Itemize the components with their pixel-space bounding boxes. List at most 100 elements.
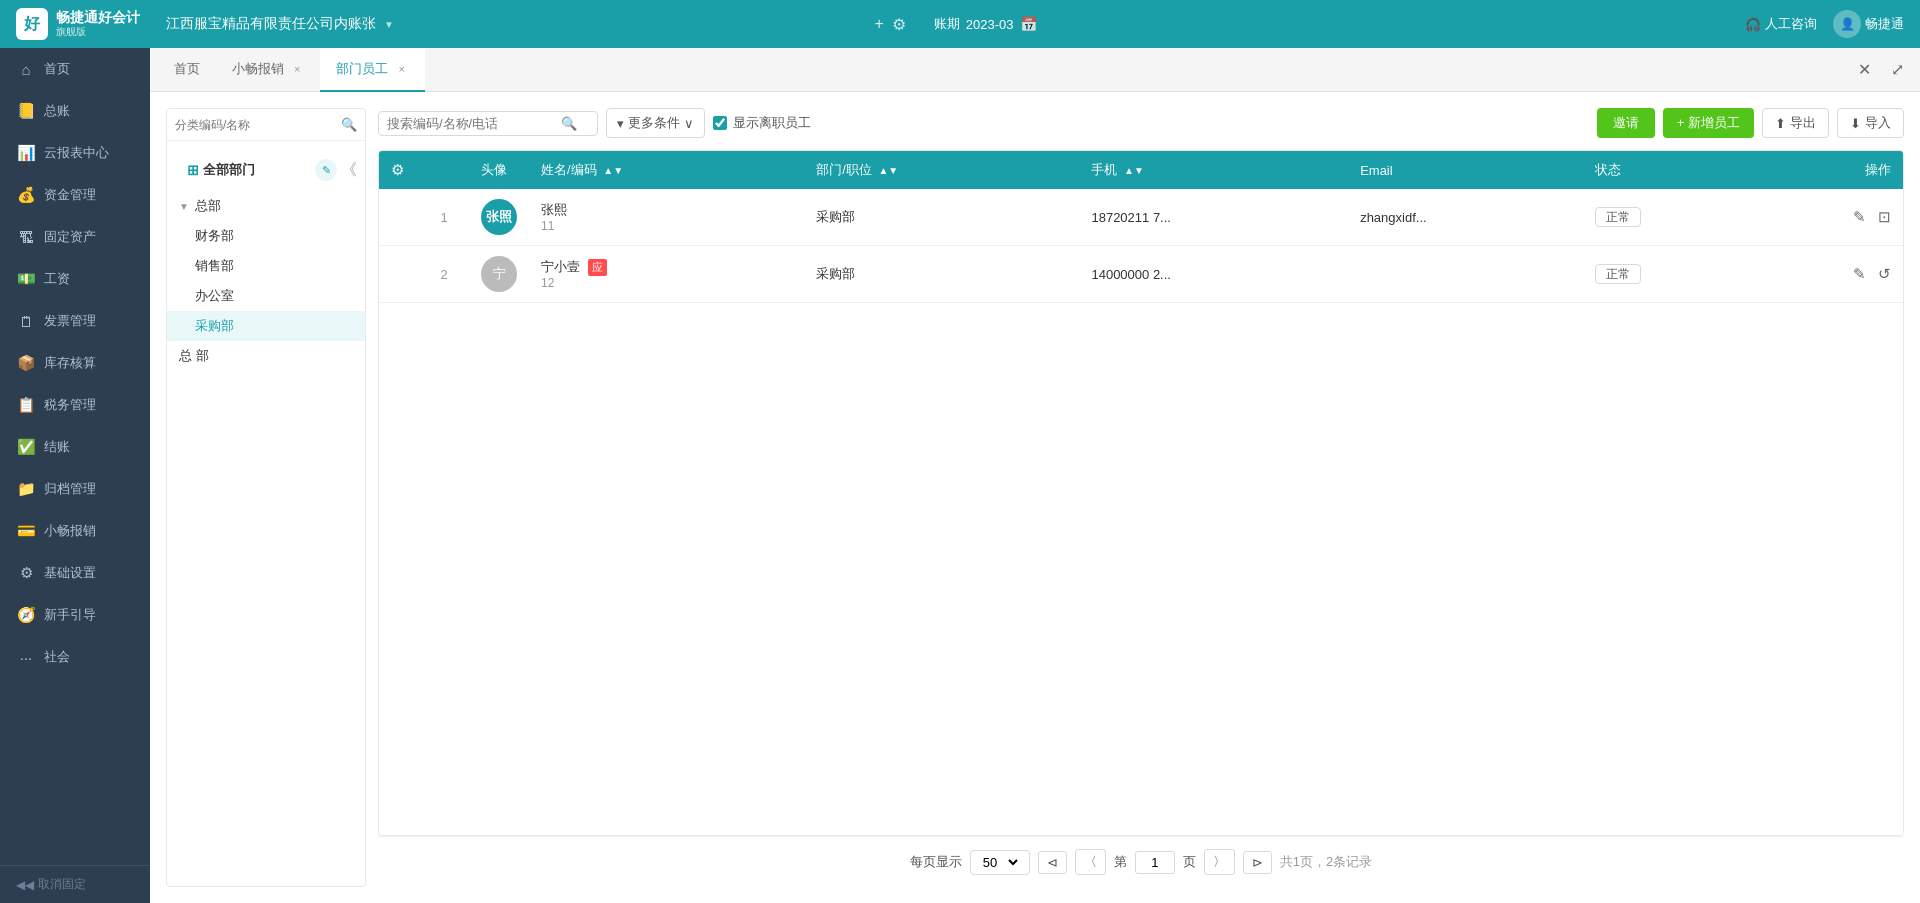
- dept-node-zongbu[interactable]: ▼ 总部: [167, 191, 365, 221]
- header-company[interactable]: 江西服宝精品有限责任公司内账张 ▼: [166, 15, 874, 33]
- col-dept-position[interactable]: 部门/职位 ▲▼: [804, 151, 1079, 189]
- first-page-btn[interactable]: ⊲: [1038, 851, 1067, 874]
- row1-num: 1: [419, 189, 469, 246]
- employee-search-icon[interactable]: 🔍: [561, 116, 577, 131]
- col-gear[interactable]: ⚙: [379, 151, 419, 189]
- period-value: 2023-03: [966, 17, 1014, 32]
- table-settings-icon[interactable]: ⚙: [391, 161, 404, 178]
- logo-text-group: 畅捷通好会计 旗舰版: [56, 9, 140, 40]
- page-number-input[interactable]: [1135, 851, 1175, 874]
- import-btn[interactable]: ⬇ 导入: [1837, 108, 1904, 138]
- toolbar: 🔍 ▾ 更多条件 ∨ 显示离职员工 邀请 + 新增员: [378, 108, 1904, 138]
- sidebar-item-assets-mgmt[interactable]: 💰 资金管理: [0, 174, 150, 216]
- dept-collapse-btn[interactable]: 《: [341, 160, 357, 181]
- invite-btn[interactable]: 邀请: [1597, 108, 1655, 138]
- dept-node-finance[interactable]: 财务部: [167, 221, 365, 251]
- import-label: 导入: [1865, 114, 1891, 132]
- sidebar-label-invoice: 发票管理: [44, 312, 96, 330]
- dept-edit-btn[interactable]: ✎: [315, 159, 337, 181]
- prev-page-btn[interactable]: 〈: [1075, 849, 1106, 875]
- guide-icon: 🧭: [16, 606, 36, 624]
- tab-bar-actions: ✕ ⤢: [1850, 48, 1920, 91]
- tab-expense-report[interactable]: 小畅报销 ×: [216, 48, 320, 92]
- tab-dept-employee[interactable]: 部门员工 ×: [320, 48, 424, 92]
- logo-icon: 好: [16, 8, 48, 40]
- sidebar-item-expense[interactable]: 💳 小畅报销: [0, 510, 150, 552]
- consult-label: 人工咨询: [1765, 15, 1817, 33]
- show-resigned-checkbox[interactable]: [713, 116, 727, 130]
- show-resigned-label: 显示离职员工: [733, 114, 811, 132]
- sidebar-item-guide[interactable]: 🧭 新手引导: [0, 594, 150, 636]
- tab-home[interactable]: 首页: [158, 48, 216, 92]
- sidebar-item-fixed-assets[interactable]: 🏗 固定资产: [0, 216, 150, 258]
- col-email: Email: [1348, 151, 1583, 189]
- assets-mgmt-icon: 💰: [16, 186, 36, 204]
- import-icon: ⬇: [1850, 116, 1861, 131]
- sort-phone-icon: ▲▼: [1124, 166, 1144, 176]
- sidebar-item-home[interactable]: ⌂ 首页: [0, 48, 150, 90]
- page-size-select[interactable]: 50 20 100: [970, 850, 1030, 875]
- sidebar-label-payroll: 工资: [44, 270, 70, 288]
- more-icon: ···: [16, 649, 36, 666]
- refresh-icon[interactable]: ↺: [1878, 265, 1891, 283]
- more-filter-btn[interactable]: ▾ 更多条件 ∨: [606, 108, 705, 138]
- filter-label: 更多条件: [628, 114, 680, 132]
- dept-node-office[interactable]: 办公室: [167, 281, 365, 311]
- dept-office-label: 办公室: [195, 287, 234, 305]
- sidebar-item-ledger[interactable]: 📒 总账: [0, 90, 150, 132]
- employee-search-input[interactable]: [387, 116, 557, 131]
- consult-btn[interactable]: 🎧 人工咨询: [1745, 15, 1817, 33]
- archive-icon: 📁: [16, 480, 36, 498]
- employee-table-container: ⚙ 头像 姓名/编码 ▲▼ 部门/职位: [378, 150, 1904, 836]
- header-settings-icon[interactable]: ⚙: [892, 15, 906, 34]
- sidebar-item-invoice[interactable]: 🗒 发票管理: [0, 300, 150, 342]
- sidebar-item-reports[interactable]: 📊 云报表中心: [0, 132, 150, 174]
- sidebar-item-checkout[interactable]: ✅ 结账: [0, 426, 150, 468]
- sidebar-item-inventory[interactable]: 📦 库存核算: [0, 342, 150, 384]
- sidebar-item-archive[interactable]: 📁 归档管理: [0, 468, 150, 510]
- tab-close-all-btn[interactable]: ✕: [1850, 56, 1879, 83]
- tab-expense-close[interactable]: ×: [290, 61, 304, 77]
- logout-icon[interactable]: ⊡: [1878, 208, 1891, 226]
- tab-dept-close[interactable]: ×: [394, 61, 408, 77]
- sidebar-item-tax[interactable]: 📋 税务管理: [0, 384, 150, 426]
- calendar-icon[interactable]: 📅: [1020, 16, 1037, 32]
- col-name-code[interactable]: 姓名/编码 ▲▼: [529, 151, 804, 189]
- row2-phone: 14000000 2...: [1079, 246, 1348, 303]
- tab-expense-label: 小畅报销: [232, 60, 284, 78]
- row1-dept: 采购部: [804, 189, 1079, 246]
- settings-icon: ⚙: [16, 564, 36, 582]
- col-phone[interactable]: 手机 ▲▼: [1079, 151, 1348, 189]
- edit-icon[interactable]: ✎: [1853, 265, 1866, 283]
- dept-search-input[interactable]: [175, 118, 337, 132]
- row1-status: 正常: [1583, 189, 1783, 246]
- last-page-btn[interactable]: ⊳: [1243, 851, 1272, 874]
- sidebar-item-settings[interactable]: ⚙ 基础设置: [0, 552, 150, 594]
- dept-node-sales[interactable]: 销售部: [167, 251, 365, 281]
- dept-procurement-label: 采购部: [195, 317, 234, 335]
- logo-sub: 旗舰版: [56, 25, 140, 39]
- filter-dropdown-icon: ∨: [684, 116, 694, 131]
- row1-avatar: 张照: [469, 189, 529, 246]
- dept-search-icon[interactable]: 🔍: [341, 117, 357, 132]
- add-company-icon[interactable]: +: [874, 15, 883, 33]
- unpin-icon: ◀◀: [16, 878, 34, 892]
- sidebar-item-more[interactable]: ··· 社会: [0, 636, 150, 678]
- add-employee-btn[interactable]: + 新增员工: [1663, 108, 1754, 138]
- user-area[interactable]: 👤 畅捷通: [1833, 10, 1904, 38]
- edit-icon[interactable]: ✎: [1853, 208, 1866, 226]
- dept-all-label: 全部部门: [203, 161, 255, 179]
- next-page-btn[interactable]: 〉: [1204, 849, 1235, 875]
- row2-num: 2: [419, 246, 469, 303]
- tab-maximize-btn[interactable]: ⤢: [1883, 56, 1912, 83]
- dept-all-btn[interactable]: ⊞ 全部部门: [175, 153, 267, 187]
- sidebar-item-payroll[interactable]: 💵 工资: [0, 258, 150, 300]
- payroll-icon: 💵: [16, 270, 36, 288]
- dept-node-general[interactable]: 总 部: [167, 341, 365, 371]
- unpin-btn[interactable]: ◀◀ 取消固定: [0, 865, 150, 903]
- company-dropdown-arrow[interactable]: ▼: [384, 19, 394, 30]
- export-btn[interactable]: ⬆ 导出: [1762, 108, 1829, 138]
- emp-code: 11: [541, 219, 792, 233]
- dept-node-procurement[interactable]: 采购部: [167, 311, 365, 341]
- page-size-dropdown[interactable]: 50 20 100: [979, 854, 1021, 871]
